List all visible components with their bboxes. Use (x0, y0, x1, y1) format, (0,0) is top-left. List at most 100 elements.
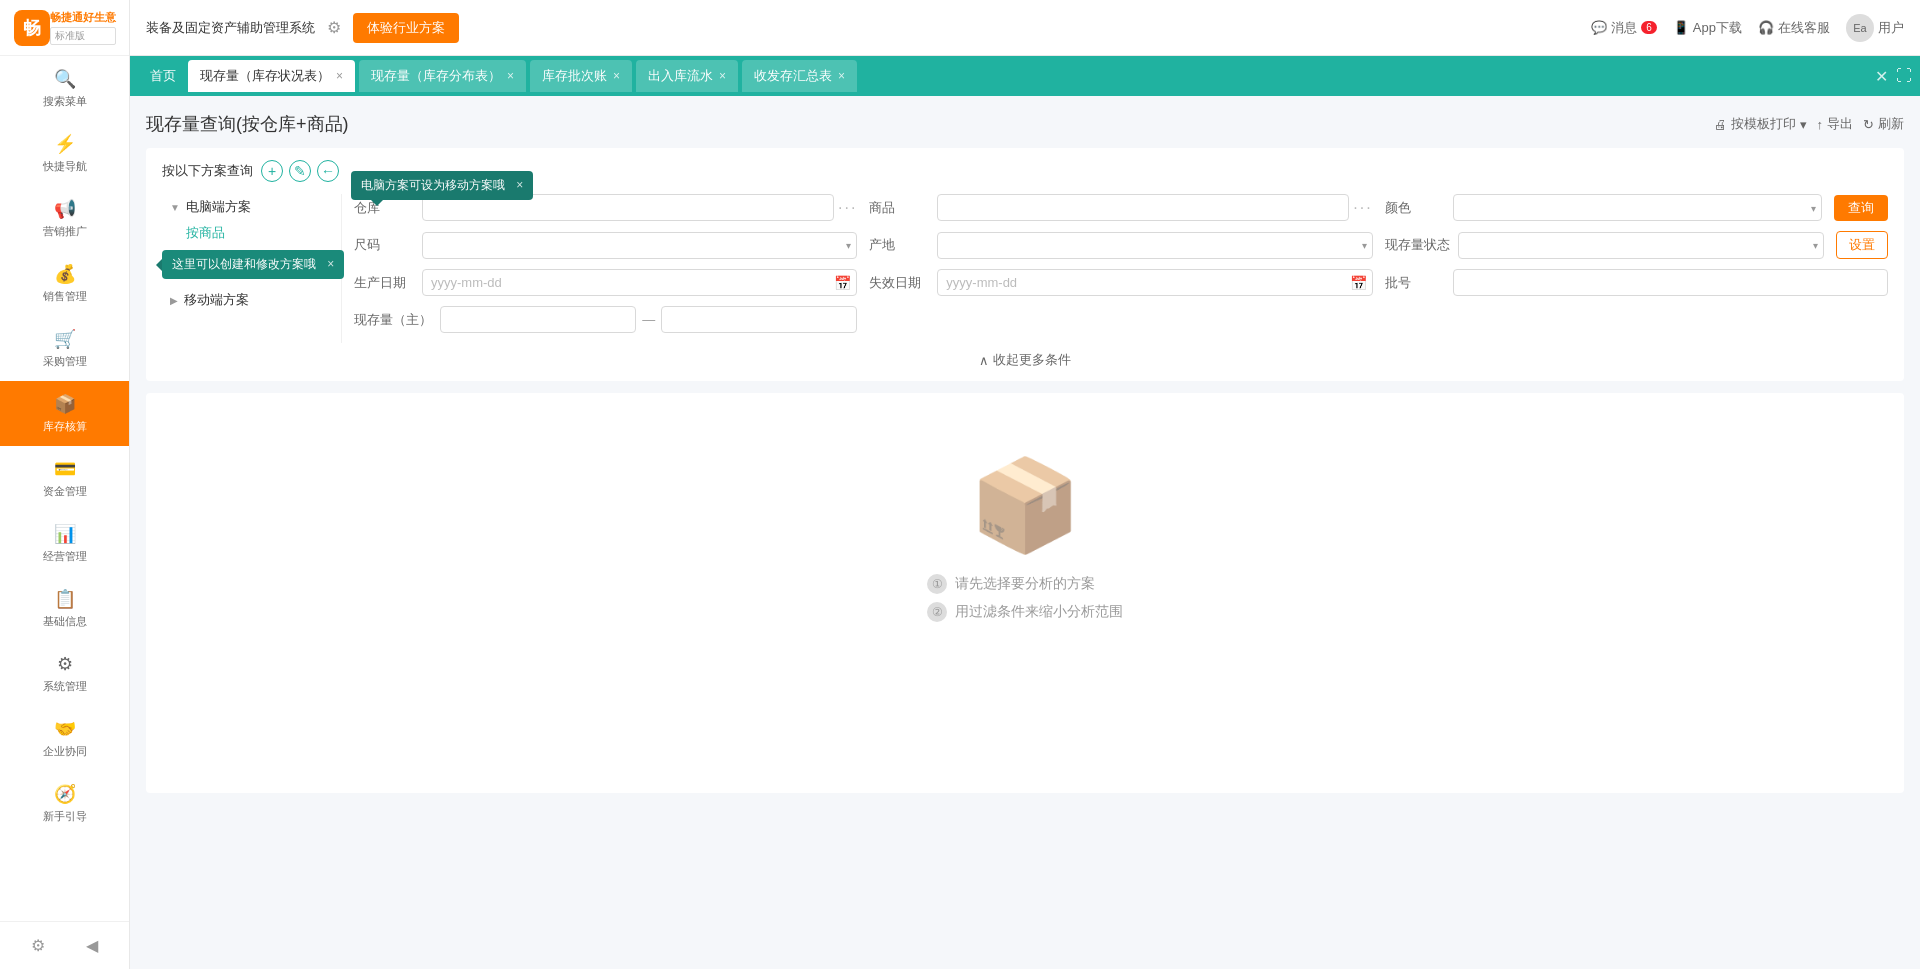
expand-tabs-icon[interactable]: ⛶ (1896, 67, 1912, 86)
topbar: 装备及固定资产辅助管理系统 ⚙ 体验行业方案 💬 消息 6 📱 App下载 🎧 … (130, 0, 1920, 56)
message-btn[interactable]: 💬 消息 6 (1591, 19, 1657, 37)
app-download-btn[interactable]: 📱 App下载 (1673, 19, 1742, 37)
logo-area: 畅 畅捷通好生意 标准版 (0, 0, 129, 56)
tab-receive[interactable]: 收发存汇总表 × (742, 60, 857, 92)
expire-date-input[interactable] (937, 269, 1372, 296)
sidebar-bottom: ⚙ ◀ (0, 921, 129, 969)
tab-close-inout[interactable]: × (719, 69, 726, 83)
phone-icon: 📱 (1673, 20, 1689, 35)
stock-qty-dash: — (642, 312, 655, 327)
tab-inventory-status[interactable]: 现存量（库存状况表） × (188, 60, 355, 92)
origin-select[interactable] (937, 232, 1372, 259)
enterprise-nav-icon: 🤝 (54, 718, 76, 740)
page-title: 现存量查询(按仓库+商品) (146, 112, 349, 136)
sidebar-item-sales[interactable]: 💰 销售管理 (0, 251, 129, 316)
topbar-right: 💬 消息 6 📱 App下载 🎧 在线客服 Ea 用户 (1591, 14, 1904, 42)
settings-gear-icon[interactable]: ⚙ (327, 18, 341, 37)
sidebar-item-system[interactable]: ⚙ 系统管理 (0, 641, 129, 706)
page-content: 现存量查询(按仓库+商品) 🖨 按模板打印 ▾ ↑ 导出 ↻ 刷新 (130, 96, 1920, 969)
scheme-mobile[interactable]: ▶ 移动端方案 (162, 287, 329, 313)
scheme-desktop[interactable]: ▼ 电脑端方案 (162, 194, 329, 220)
filter-stock-status: 现存量状态 ▾ 设置 (1385, 231, 1888, 259)
stock-qty-range: — (440, 306, 857, 333)
search-btn[interactable]: 查询 (1834, 195, 1888, 221)
sidebar-item-finance[interactable]: 💳 资金管理 (0, 446, 129, 511)
stock-status-label: 现存量状态 (1385, 236, 1450, 254)
filter-size: 尺码 ▾ (354, 231, 857, 259)
guide-nav-icon: 🧭 (54, 783, 76, 805)
prod-date-input[interactable] (422, 269, 857, 296)
settings-icon[interactable]: ⚙ (31, 936, 45, 955)
tab-close-batch[interactable]: × (613, 69, 620, 83)
filter-header: 按以下方案查询 + ✎ ← (162, 160, 1888, 182)
filter-main: ▼ 电脑端方案 按商品 这里可以创建和修改方案哦 × (162, 194, 1888, 343)
expire-date-label: 失效日期 (869, 274, 929, 292)
main-content: 装备及固定资产辅助管理系统 ⚙ 体验行业方案 💬 消息 6 📱 App下载 🎧 … (130, 0, 1920, 969)
tab-home[interactable]: 首页 (138, 60, 188, 92)
filter-row-2: 尺码 ▾ 产地 (354, 231, 1888, 259)
reset-btn[interactable]: 设置 (1836, 231, 1888, 259)
prod-date-cal-icon[interactable]: 📅 (834, 275, 851, 291)
scheme-default[interactable]: 按商品 (162, 220, 329, 246)
sidebar-item-guide[interactable]: 🧭 新手引导 (0, 771, 129, 836)
size-select[interactable] (422, 232, 857, 259)
warehouse-dots-menu[interactable]: ··· (838, 199, 857, 217)
tip-1-text: 请先选择要分析的方案 (955, 575, 1095, 593)
stock-qty-max[interactable] (661, 306, 857, 333)
sidebar-item-search[interactable]: 🔍 搜索菜单 (0, 56, 129, 121)
prod-date-input-wrap: 📅 (422, 269, 857, 296)
expire-date-cal-icon[interactable]: 📅 (1350, 275, 1367, 291)
stock-qty-label: 现存量（主） (354, 311, 432, 329)
sidebar-item-operations[interactable]: 📊 经营管理 (0, 511, 129, 576)
back-scheme-btn[interactable]: ← (317, 160, 339, 182)
color-label: 颜色 (1385, 199, 1445, 217)
tab-inout[interactable]: 出入库流水 × (636, 60, 738, 92)
sidebar-item-purchase[interactable]: 🛒 采购管理 (0, 316, 129, 381)
sidebar-item-inventory[interactable]: 📦 库存核算 (0, 381, 129, 446)
collapse-btn[interactable]: ∧ 收起更多条件 (162, 351, 1888, 369)
marketing-nav-icon: 📢 (54, 198, 76, 220)
tab-close-inventory-dist[interactable]: × (507, 69, 514, 83)
sales-nav-icon: 💰 (54, 263, 76, 285)
scheme-mobile-arrow: ▶ (170, 295, 178, 306)
support-btn[interactable]: 🎧 在线客服 (1758, 19, 1830, 37)
collapse-sidebar-icon[interactable]: ◀ (86, 936, 98, 955)
goods-input[interactable] (937, 194, 1349, 221)
close-all-tabs-icon[interactable]: ✕ (1875, 67, 1888, 86)
export-btn[interactable]: ↑ 导出 (1817, 115, 1854, 133)
scheme-tooltip-close[interactable]: × (516, 178, 523, 192)
tab-close-inventory-status[interactable]: × (336, 69, 343, 83)
system-title: 装备及固定资产辅助管理系统 (146, 19, 315, 37)
print-btn[interactable]: 🖨 按模板打印 ▾ (1714, 115, 1807, 133)
edit-scheme-btn[interactable]: ✎ (289, 160, 311, 182)
filter-color: 颜色 ▾ 查询 (1385, 194, 1888, 221)
back-scheme-icon: ← (321, 163, 335, 179)
stock-status-select[interactable] (1458, 232, 1824, 259)
sidebar-nav: 🔍 搜索菜单 ⚡ 快捷导航 📢 营销推广 💰 销售管理 🛒 采购管理 📦 (0, 56, 129, 921)
tab-batch[interactable]: 库存批次账 × (530, 60, 632, 92)
goods-input-wrap: ··· (937, 194, 1372, 221)
experience-btn[interactable]: 体验行业方案 (353, 13, 459, 43)
sidebar-item-quick[interactable]: ⚡ 快捷导航 (0, 121, 129, 186)
color-select[interactable] (1453, 194, 1822, 221)
export-icon: ↑ (1817, 117, 1824, 132)
prod-date-label: 生产日期 (354, 274, 414, 292)
user-btn[interactable]: Ea 用户 (1846, 14, 1904, 42)
batch-input[interactable] (1453, 269, 1888, 296)
goods-dots-menu[interactable]: ··· (1353, 199, 1372, 217)
add-scheme-btn[interactable]: + (261, 160, 283, 182)
logo-text: 畅捷通好生意 标准版 (50, 10, 116, 45)
inventory-nav-icon: 📦 (54, 393, 76, 415)
sidebar-item-basic[interactable]: 📋 基础信息 (0, 576, 129, 641)
tabbar: 首页 现存量（库存状况表） × 现存量（库存分布表） × 库存批次账 × 出入库… (130, 56, 1920, 96)
sidebar-item-marketing[interactable]: 📢 营销推广 (0, 186, 129, 251)
tab-close-receive[interactable]: × (838, 69, 845, 83)
refresh-btn[interactable]: ↻ 刷新 (1863, 115, 1904, 133)
scheme-edit-tooltip-close[interactable]: × (327, 257, 334, 271)
topbar-left: 装备及固定资产辅助管理系统 ⚙ 体验行业方案 (146, 13, 459, 43)
filter-fields: 仓库 ··· 商品 ··· (342, 194, 1888, 343)
stock-qty-min[interactable] (440, 306, 636, 333)
sidebar-item-enterprise[interactable]: 🤝 企业协同 (0, 706, 129, 771)
tab-inventory-dist[interactable]: 现存量（库存分布表） × (359, 60, 526, 92)
filter-header-actions: + ✎ ← (261, 160, 339, 182)
